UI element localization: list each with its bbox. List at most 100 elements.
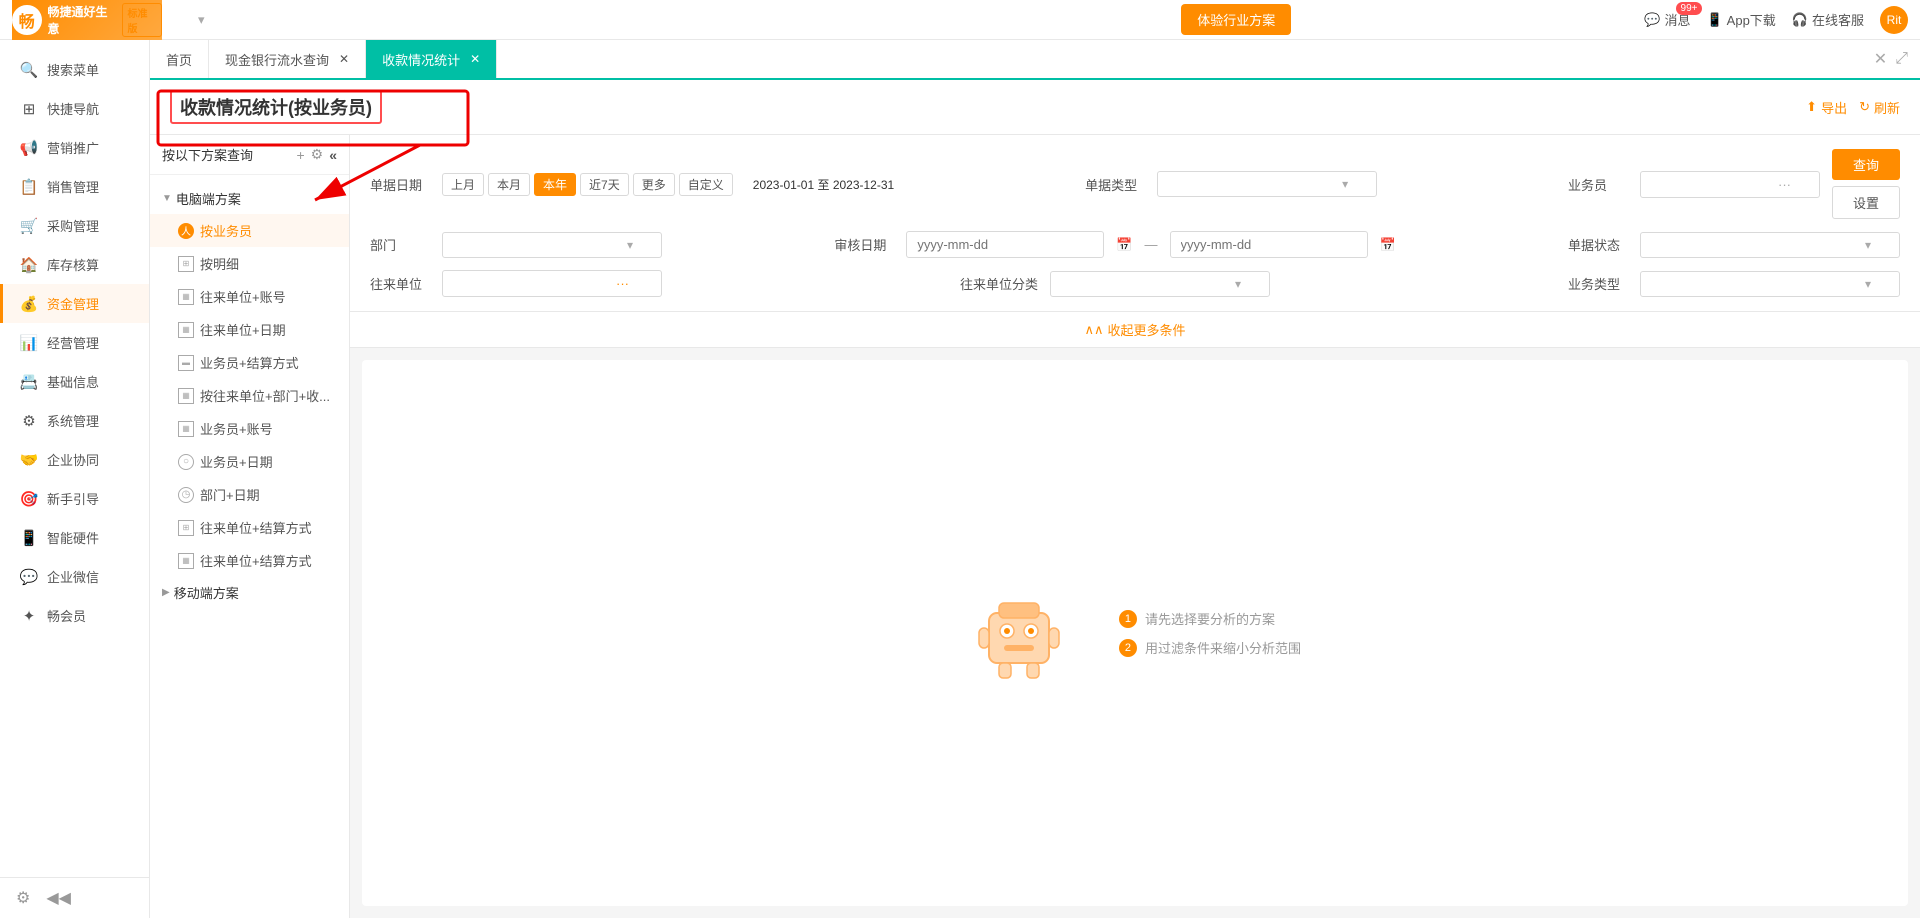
tab-expand-icon[interactable]: ⤢ <box>1895 50 1908 68</box>
biz-type-select[interactable] <box>1640 271 1900 297</box>
dept-date-icon: ◷ <box>178 487 194 503</box>
doc-status-label: 单据状态 <box>1568 235 1628 254</box>
tree-parent-pc[interactable]: ▼ 电脑端方案 <box>150 183 349 214</box>
date-btn-this-month[interactable]: 本月 <box>488 173 530 196</box>
date-btn-custom[interactable]: 自定义 <box>679 173 733 196</box>
sidebar-item-hardware[interactable]: 📱 智能硬件 <box>0 518 149 557</box>
audit-end-input[interactable] <box>1170 231 1368 258</box>
sidebar-item-search[interactable]: 🔍 搜索菜单 <box>0 50 149 89</box>
tree-child-by-detail[interactable]: ⊞ 按明细 <box>150 247 349 280</box>
doc-status-select[interactable] <box>1640 232 1900 258</box>
tab-close-all-icon[interactable]: ✕ <box>1874 49 1887 69</box>
date-range-display: 2023-01-01 至 2023-12-31 <box>753 176 894 193</box>
system-icon: ⚙ <box>19 412 39 430</box>
salesman-settle-icon: ▬ <box>178 355 194 371</box>
partner-select[interactable]: ··· <box>442 270 662 297</box>
page-title: 收款情况统计(按业务员) <box>170 90 382 124</box>
tree-child-dept-date[interactable]: ◷ 部门+日期 <box>150 478 349 511</box>
sidebar-item-guide[interactable]: 🎯 新手引导 <box>0 479 149 518</box>
basicinfo-icon: 📇 <box>19 373 39 391</box>
partner-class-select[interactable] <box>1050 271 1270 297</box>
collapse-label: 收起更多条件 <box>1108 320 1186 339</box>
message-button[interactable]: 💬 消息 99+ <box>1644 10 1690 29</box>
sidebar-item-purchase[interactable]: 🛒 采购管理 <box>0 206 149 245</box>
tab-bank-flow-close[interactable]: ✕ <box>339 52 349 66</box>
user-avatar[interactable]: Rit <box>1880 6 1908 34</box>
date-btn-7days[interactable]: 近7天 <box>580 173 629 196</box>
sidebar-label-system: 系统管理 <box>47 411 99 430</box>
setting-button[interactable]: 设置 <box>1832 186 1900 219</box>
panel-header-actions: + ⚙ « <box>296 146 337 163</box>
empty-tip-1: 1 请先选择要分析的方案 <box>1119 609 1301 628</box>
tree-child-salesman-date-label: 业务员+日期 <box>200 452 273 471</box>
tree-child-by-salesman[interactable]: 人 按业务员 <box>150 214 349 247</box>
sidebar-item-business[interactable]: 📊 经营管理 <box>0 323 149 362</box>
empty-area: 1 请先选择要分析的方案 2 用过滤条件来缩小分析范围 <box>362 360 1908 906</box>
collapse-panel-button[interactable]: « <box>329 147 337 163</box>
sidebar-item-basicinfo[interactable]: 📇 基础信息 <box>0 362 149 401</box>
tree-section: ▼ 电脑端方案 人 按业务员 ⊞ 按明细 ▦ 往来单位+账号 <box>150 175 349 616</box>
settings-icon[interactable]: ⚙ <box>16 888 30 908</box>
tree-child-salesman-settle[interactable]: ▬ 业务员+结算方式 <box>150 346 349 379</box>
filter-section: 单据日期 上月 本月 本年 近7天 更多 自定义 2023-01-01 至 20… <box>350 135 1920 312</box>
trial-btn[interactable]: 体验行业方案 <box>1181 4 1291 35</box>
tab-collection-stat[interactable]: 收款情况统计 ✕ <box>366 40 497 78</box>
sidebar-item-sales[interactable]: 📋 销售管理 <box>0 167 149 206</box>
online-service-button[interactable]: 🎧 在线客服 <box>1792 10 1864 29</box>
app-icon: 📱 <box>1706 12 1722 28</box>
tree-child-salesman-account[interactable]: ▦ 业务员+账号 <box>150 412 349 445</box>
query-button[interactable]: 查询 <box>1832 149 1900 180</box>
export-button[interactable]: ⬆ 导出 <box>1806 98 1847 117</box>
dept-select[interactable] <box>442 232 662 258</box>
empty-tips: 1 请先选择要分析的方案 2 用过滤条件来缩小分析范围 <box>1119 609 1301 657</box>
sidebar-label-basicinfo: 基础信息 <box>47 372 99 391</box>
partner-label: 往来单位 <box>370 274 430 293</box>
date-btn-more[interactable]: 更多 <box>633 173 675 196</box>
sidebar-item-wechat[interactable]: 💬 企业微信 <box>0 557 149 596</box>
collapse-sidebar-icon[interactable]: ◀◀ <box>46 888 71 908</box>
partner-more-btn[interactable]: ··· <box>612 276 633 291</box>
tab-home[interactable]: 首页 <box>150 40 209 78</box>
breadcrumb-arrow: ▾ <box>198 12 205 28</box>
tree-child-partner-settle1[interactable]: ⊞ 往来单位+结算方式 <box>150 511 349 544</box>
refresh-icon: ↻ <box>1859 99 1870 115</box>
tab-bank-flow[interactable]: 现金银行流水查询 ✕ <box>209 40 366 78</box>
sidebar-label-enterprise: 企业协同 <box>47 450 99 469</box>
tree-child-partner-date[interactable]: ▦ 往来单位+日期 <box>150 313 349 346</box>
left-panel-header: 按以下方案查询 + ⚙ « <box>150 135 349 175</box>
tree-parent-pc-label: 电脑端方案 <box>176 189 241 208</box>
tree-child-partner-dept[interactable]: ▦ 按往来单位+部门+收... <box>150 379 349 412</box>
scheme-settings-button[interactable]: ⚙ <box>311 146 324 163</box>
sidebar-item-inventory[interactable]: 🏠 库存核算 <box>0 245 149 284</box>
collapse-more-bar[interactable]: ∧∧ 收起更多条件 <box>350 312 1920 348</box>
tab-collection-stat-close[interactable]: ✕ <box>470 52 480 66</box>
empty-robot-illustration <box>969 583 1069 683</box>
sidebar-item-finance[interactable]: 💰 资金管理 <box>0 284 149 323</box>
tree-child-salesman-date[interactable]: ○ 业务员+日期 <box>150 445 349 478</box>
tip-num-2: 2 <box>1119 639 1137 657</box>
audit-start-input[interactable] <box>906 231 1104 258</box>
app-download-button[interactable]: 📱 App下载 <box>1706 10 1775 29</box>
refresh-button[interactable]: ↻ 刷新 <box>1859 98 1900 117</box>
tree-child-partner-settle2[interactable]: ▦ 往来单位+结算方式 <box>150 544 349 577</box>
sidebar-item-enterprise[interactable]: 🤝 企业协同 <box>0 440 149 479</box>
content-area: 首页 现金银行流水查询 ✕ 收款情况统计 ✕ ✕ ⤢ 收款情况统计(按业务员) … <box>150 40 1920 918</box>
sidebar-item-member[interactable]: ✦ 畅会员 <box>0 596 149 635</box>
date-btn-last-month[interactable]: 上月 <box>442 173 484 196</box>
add-scheme-button[interactable]: + <box>296 147 304 163</box>
tree-child-partner-account[interactable]: ▦ 往来单位+账号 <box>150 280 349 313</box>
date-btn-this-year[interactable]: 本年 <box>534 173 576 196</box>
tip-text-1: 请先选择要分析的方案 <box>1145 609 1275 628</box>
salesman-select[interactable]: ··· <box>1640 171 1820 198</box>
sidebar-label-finance: 资金管理 <box>47 294 99 313</box>
service-label: 在线客服 <box>1812 10 1864 29</box>
doc-type-select[interactable] <box>1157 171 1377 197</box>
sidebar-item-marketing[interactable]: 📢 营销推广 <box>0 128 149 167</box>
tab-bar: 首页 现金银行流水查询 ✕ 收款情况统计 ✕ ✕ ⤢ <box>150 40 1920 80</box>
tree-parent-mobile[interactable]: ▶ 移动端方案 <box>150 577 349 608</box>
sidebar-item-quicknav[interactable]: ⊞ 快捷导航 <box>0 89 149 128</box>
audit-start-calendar-icon[interactable]: 📅 <box>1116 237 1132 253</box>
dept-label: 部门 <box>370 235 430 254</box>
sidebar-item-system[interactable]: ⚙ 系统管理 <box>0 401 149 440</box>
audit-end-calendar-icon[interactable]: 📅 <box>1380 237 1396 253</box>
